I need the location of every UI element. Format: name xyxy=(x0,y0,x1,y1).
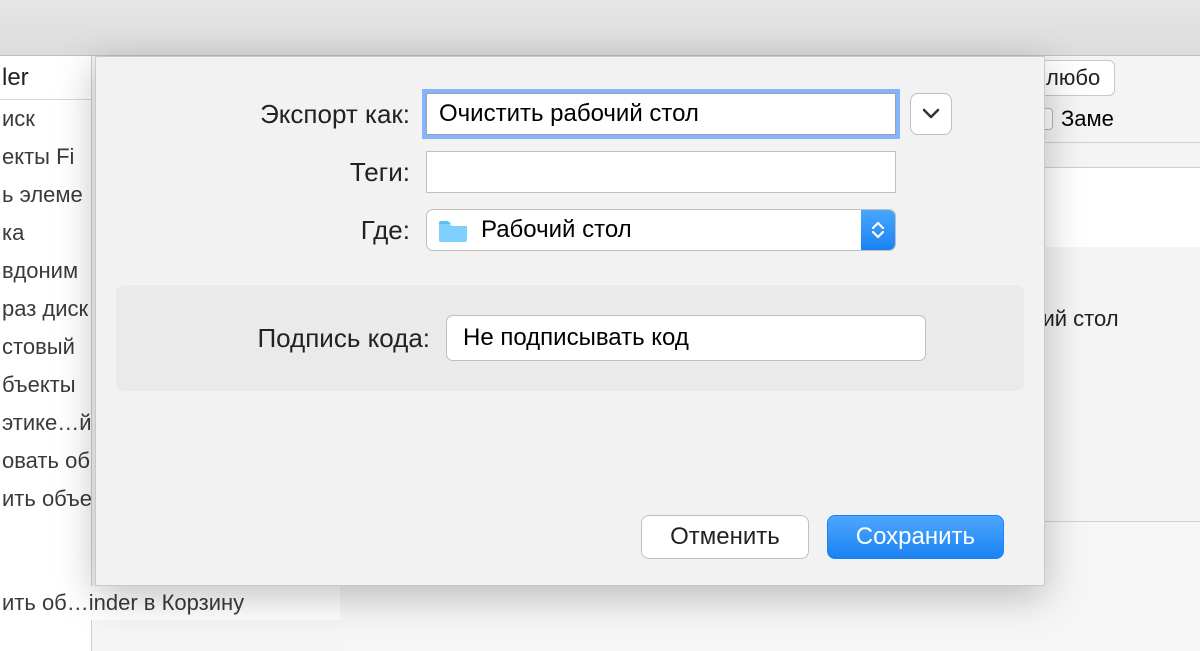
save-dialog: Экспорт как: Теги: Где: Рабочий стол П xyxy=(95,56,1045,586)
sidebar-item[interactable]: ь элеме xyxy=(0,176,91,214)
export-as-label: Экспорт как: xyxy=(116,99,426,130)
chevron-down-icon xyxy=(922,108,940,120)
sidebar: ler иск екты Fi ь элеме ка вдоним раз ди… xyxy=(0,56,92,651)
right-panel: любо Заме чий стол xyxy=(1025,56,1200,651)
list-item[interactable]: чий стол xyxy=(1025,300,1200,338)
sidebar-item[interactable]: овать об xyxy=(0,442,91,480)
sidebar-item[interactable]: стовый xyxy=(0,328,91,366)
code-sign-popup[interactable]: Не подписывать код xyxy=(446,315,926,361)
sidebar-item[interactable]: ка xyxy=(0,214,91,252)
popup-arrows-icon xyxy=(689,329,703,347)
window-toolbar xyxy=(0,0,1200,56)
cancel-button[interactable]: Отменить xyxy=(641,515,809,559)
sidebar-item[interactable]: ить об…inder в Корзину xyxy=(0,586,340,620)
code-sign-value: Не подписывать код xyxy=(463,324,689,352)
sidebar-header: ler xyxy=(0,56,91,100)
right-bottom xyxy=(1025,521,1200,651)
export-as-input[interactable] xyxy=(426,93,896,135)
disclosure-button[interactable] xyxy=(910,93,952,135)
where-label: Где: xyxy=(116,215,426,246)
sidebar-item[interactable]: бъекты xyxy=(0,366,91,404)
tags-input[interactable] xyxy=(426,151,896,193)
where-popup[interactable]: Рабочий стол xyxy=(426,209,896,251)
sidebar-item[interactable]: вдоним xyxy=(0,252,91,290)
sidebar-item[interactable]: ить объе xyxy=(0,480,91,518)
popup-arrows-icon xyxy=(861,210,895,250)
where-value: Рабочий стол xyxy=(481,216,632,244)
sidebar-item[interactable]: раз диск xyxy=(0,290,91,328)
replace-label: Заме xyxy=(1061,106,1114,132)
code-sign-label: Подпись кода: xyxy=(156,323,446,354)
folder-icon xyxy=(437,217,469,243)
right-list: чий стол xyxy=(1025,167,1200,247)
sidebar-item[interactable]: екты Fi xyxy=(0,138,91,176)
sidebar-item[interactable]: иск xyxy=(0,100,91,138)
save-button[interactable]: Сохранить xyxy=(827,515,1004,559)
tags-label: Теги: xyxy=(116,157,426,188)
sidebar-item[interactable]: этике…й xyxy=(0,404,91,442)
